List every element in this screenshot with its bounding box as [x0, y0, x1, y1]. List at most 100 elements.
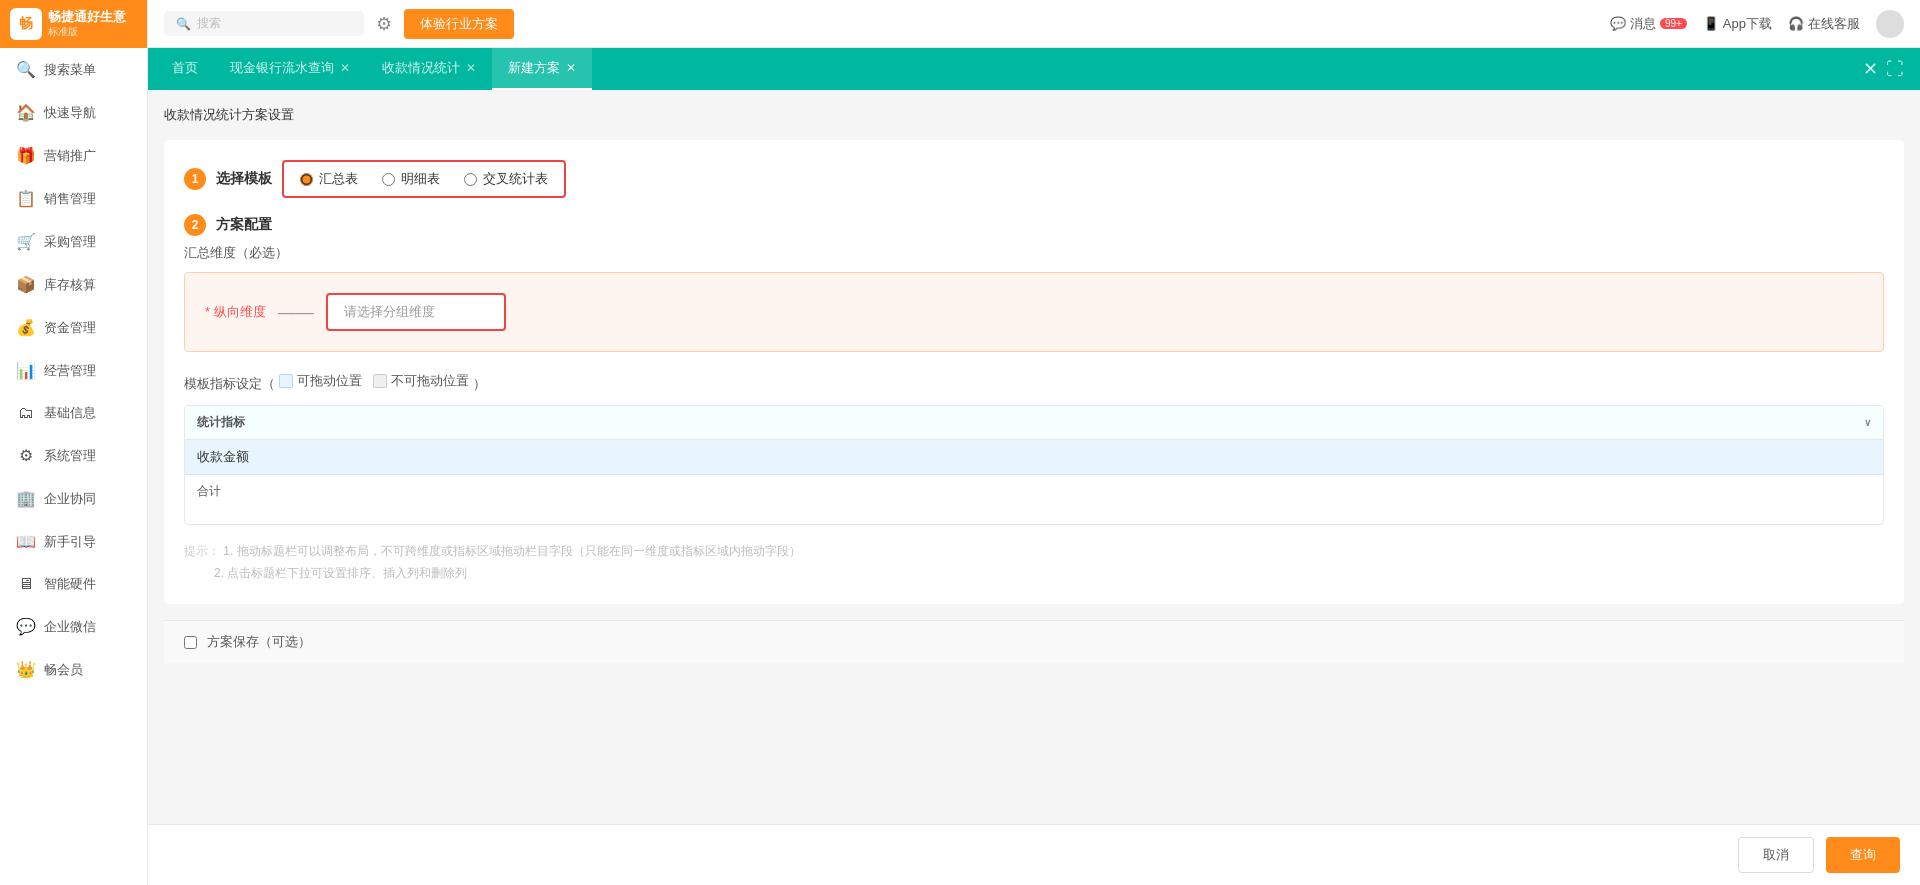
- sidebar-label-purchase: 采购管理: [44, 233, 96, 251]
- header-right: 💬 消息 99+ 📱 App下载 🎧 在线客服: [1610, 10, 1904, 38]
- indicator-title: 模板指标设定（ 可拖动位置 不可拖动位置 ）: [184, 372, 486, 393]
- indicator-col-header: 统计指标 ∨: [185, 406, 1883, 440]
- legend-draggable-wrap: 可拖动位置: [279, 372, 362, 390]
- step2-header: 2 方案配置: [184, 214, 1884, 236]
- tab-close-bank-flow[interactable]: ✕: [340, 61, 350, 75]
- indicator-header: 模板指标设定（ 可拖动位置 不可拖动位置 ）: [184, 372, 1884, 393]
- sidebar-item-search[interactable]: 🔍搜索菜单: [0, 48, 147, 91]
- sidebar-icon-sales: 📋: [16, 189, 36, 208]
- support-btn[interactable]: 🎧 在线客服: [1788, 15, 1860, 33]
- radio-detail-input[interactable]: [382, 173, 395, 186]
- sidebar-label-enterprise: 企业协同: [44, 490, 96, 508]
- tip1: 提示： 1. 拖动标题栏可以调整布局，不可跨维度或指标区域拖动栏目字段（只能在同…: [184, 541, 1884, 563]
- sidebar-icon-system: ⚙: [16, 446, 36, 465]
- step1-label: 选择模板: [216, 170, 272, 188]
- radio-summary-input[interactable]: [300, 173, 313, 186]
- sidebar-label-operations: 经营管理: [44, 362, 96, 380]
- tab-close-new-plan[interactable]: ✕: [566, 61, 576, 75]
- radio-detail[interactable]: 明细表: [382, 170, 440, 188]
- radio-cross[interactable]: 交叉统计表: [464, 170, 548, 188]
- sidebar-item-purchase[interactable]: 🛒采购管理: [0, 220, 147, 263]
- sidebar-icon-wechat: 💬: [16, 617, 36, 636]
- header: 🔍 搜索 ⚙ 体验行业方案 💬 消息 99+ 📱 App下载 🎧 在线客服: [148, 0, 1920, 48]
- cancel-button[interactable]: 取消: [1738, 837, 1814, 873]
- sidebar-item-guide[interactable]: 📖 新手引导: [0, 520, 147, 563]
- sidebar-icon-enterprise: 🏢: [16, 489, 36, 508]
- settings-icon[interactable]: ⚙: [376, 13, 392, 35]
- radio-summary[interactable]: 汇总表: [300, 170, 358, 188]
- tab-bank-flow[interactable]: 现金银行流水查询✕: [214, 48, 366, 90]
- sidebar-item-operations[interactable]: 📊 经营管理: [0, 349, 147, 392]
- step2-label: 方案配置: [216, 216, 272, 234]
- radio-summary-label: 汇总表: [319, 170, 358, 188]
- tip2: 2. 点击标题栏下拉可设置排序、插入列和删除列: [184, 563, 1884, 585]
- config-section: 汇总维度（必选） 纵向维度 —— 请选择分组维度 模板指标设定（: [184, 244, 1884, 584]
- dimension-select[interactable]: 请选择分组维度: [326, 293, 506, 331]
- sidebar-label-marketing: 营销推广: [44, 147, 96, 165]
- sidebar-icon-quick-nav: 🏠: [16, 103, 36, 122]
- radio-cross-label: 交叉统计表: [483, 170, 548, 188]
- sidebar-logo: 畅 畅捷通好生意 标准版: [0, 0, 147, 48]
- sidebar-item-member[interactable]: 👑畅会员: [0, 648, 147, 691]
- sidebar-label-quick-nav: 快速导航: [44, 104, 96, 122]
- save-label: 方案保存（可选）: [207, 633, 311, 651]
- sidebar-item-wechat[interactable]: 💬 企业微信: [0, 605, 147, 648]
- sidebar-icon-operations: 📊: [16, 361, 36, 380]
- sidebar-item-marketing[interactable]: 🎁营销推广: [0, 134, 147, 177]
- sidebar-item-hardware[interactable]: 🖥智能硬件: [0, 563, 147, 605]
- sidebar-item-basic-info[interactable]: 🗂基础信息: [0, 392, 147, 434]
- tip2-text: 2. 点击标题栏下拉可设置排序、插入列和删除列: [214, 566, 467, 580]
- sidebar: 畅 畅捷通好生意 标准版 🔍搜索菜单 🏠 快速导航 🎁营销推广 📋 销售管理 🛒采购管理📦库…: [0, 0, 148, 885]
- tab-collection-stats[interactable]: 收款情况统计 ✕: [366, 48, 492, 90]
- tab-label-new-plan: 新建方案: [508, 59, 560, 77]
- industry-btn[interactable]: 体验行业方案: [404, 9, 514, 39]
- sidebar-label-member: 畅会员: [44, 661, 83, 679]
- sidebar-label-wechat: 企业微信: [44, 618, 96, 636]
- tip1-text: 1. 拖动标题栏可以调整布局，不可跨维度或指标区域拖动栏目字段（只能在同一维度或…: [223, 544, 800, 558]
- message-btn[interactable]: 💬 消息 99+: [1610, 15, 1687, 33]
- sidebar-item-system[interactable]: ⚙ 系统管理: [0, 434, 147, 477]
- step1-num: 1: [184, 168, 206, 190]
- tab-label-home: 首页: [172, 59, 198, 77]
- save-section: 方案保存（可选）: [164, 620, 1904, 663]
- sidebar-label-sales: 销售管理: [44, 190, 96, 208]
- sidebar-icon-finance: 💰: [16, 318, 36, 337]
- sidebar-label-system: 系统管理: [44, 447, 96, 465]
- sidebar-label-finance: 资金管理: [44, 319, 96, 337]
- sidebar-item-enterprise[interactable]: 🏢 企业协同: [0, 477, 147, 520]
- tabs-right: ✕ ⛶: [1863, 48, 1912, 90]
- tabs-bar: 首页现金银行流水查询✕ 收款情况统计 ✕ 新建方案 ✕ ✕ ⛶: [148, 48, 1920, 90]
- logo-text: 畅捷通好生意 标准版: [48, 9, 126, 39]
- message-icon: 💬: [1610, 16, 1626, 31]
- sidebar-icon-hardware: 🖥: [16, 575, 36, 593]
- main-area: 🔍 搜索 ⚙ 体验行业方案 💬 消息 99+ 📱 App下载 🎧 在线客服: [148, 0, 1920, 885]
- tab-label-collection-stats: 收款情况统计: [382, 59, 460, 77]
- sidebar-icon-guide: 📖: [16, 532, 36, 551]
- logo-icon: 畅: [10, 8, 42, 40]
- close-window-btn[interactable]: ✕: [1863, 58, 1878, 80]
- query-button[interactable]: 查询: [1826, 837, 1900, 873]
- search-icon: 🔍: [176, 17, 191, 31]
- sidebar-item-inventory[interactable]: 📦库存核算: [0, 263, 147, 306]
- indicator-cell-main[interactable]: 收款金额: [185, 440, 1883, 475]
- user-avatar[interactable]: [1876, 10, 1904, 38]
- indicator-section: 模板指标设定（ 可拖动位置 不可拖动位置 ）: [184, 372, 1884, 525]
- sidebar-item-sales[interactable]: 📋 销售管理: [0, 177, 147, 220]
- radio-cross-input[interactable]: [464, 173, 477, 186]
- tab-home[interactable]: 首页: [156, 48, 214, 90]
- download-btn[interactable]: 📱 App下载: [1703, 15, 1772, 33]
- search-bar[interactable]: 🔍 搜索: [164, 11, 364, 36]
- sidebar-label-guide: 新手引导: [44, 533, 96, 551]
- dimension-area: 纵向维度 —— 请选择分组维度: [184, 272, 1884, 352]
- chevron-down-icon[interactable]: ∨: [1864, 417, 1871, 428]
- indicator-col: 统计指标 ∨ 收款金额 合计: [185, 406, 1883, 524]
- sidebar-icon-search: 🔍: [16, 60, 36, 79]
- main-card: 1 选择模板 汇总表 明细表 交叉统计表: [164, 140, 1904, 604]
- expand-window-btn[interactable]: ⛶: [1886, 59, 1904, 80]
- indicator-grid: 统计指标 ∨ 收款金额 合计: [184, 405, 1884, 525]
- sidebar-item-finance[interactable]: 💰 资金管理: [0, 306, 147, 349]
- tab-close-collection-stats[interactable]: ✕: [466, 61, 476, 75]
- sidebar-item-quick-nav[interactable]: 🏠 快速导航: [0, 91, 147, 134]
- save-checkbox[interactable]: [184, 636, 197, 649]
- tab-new-plan[interactable]: 新建方案 ✕: [492, 48, 592, 90]
